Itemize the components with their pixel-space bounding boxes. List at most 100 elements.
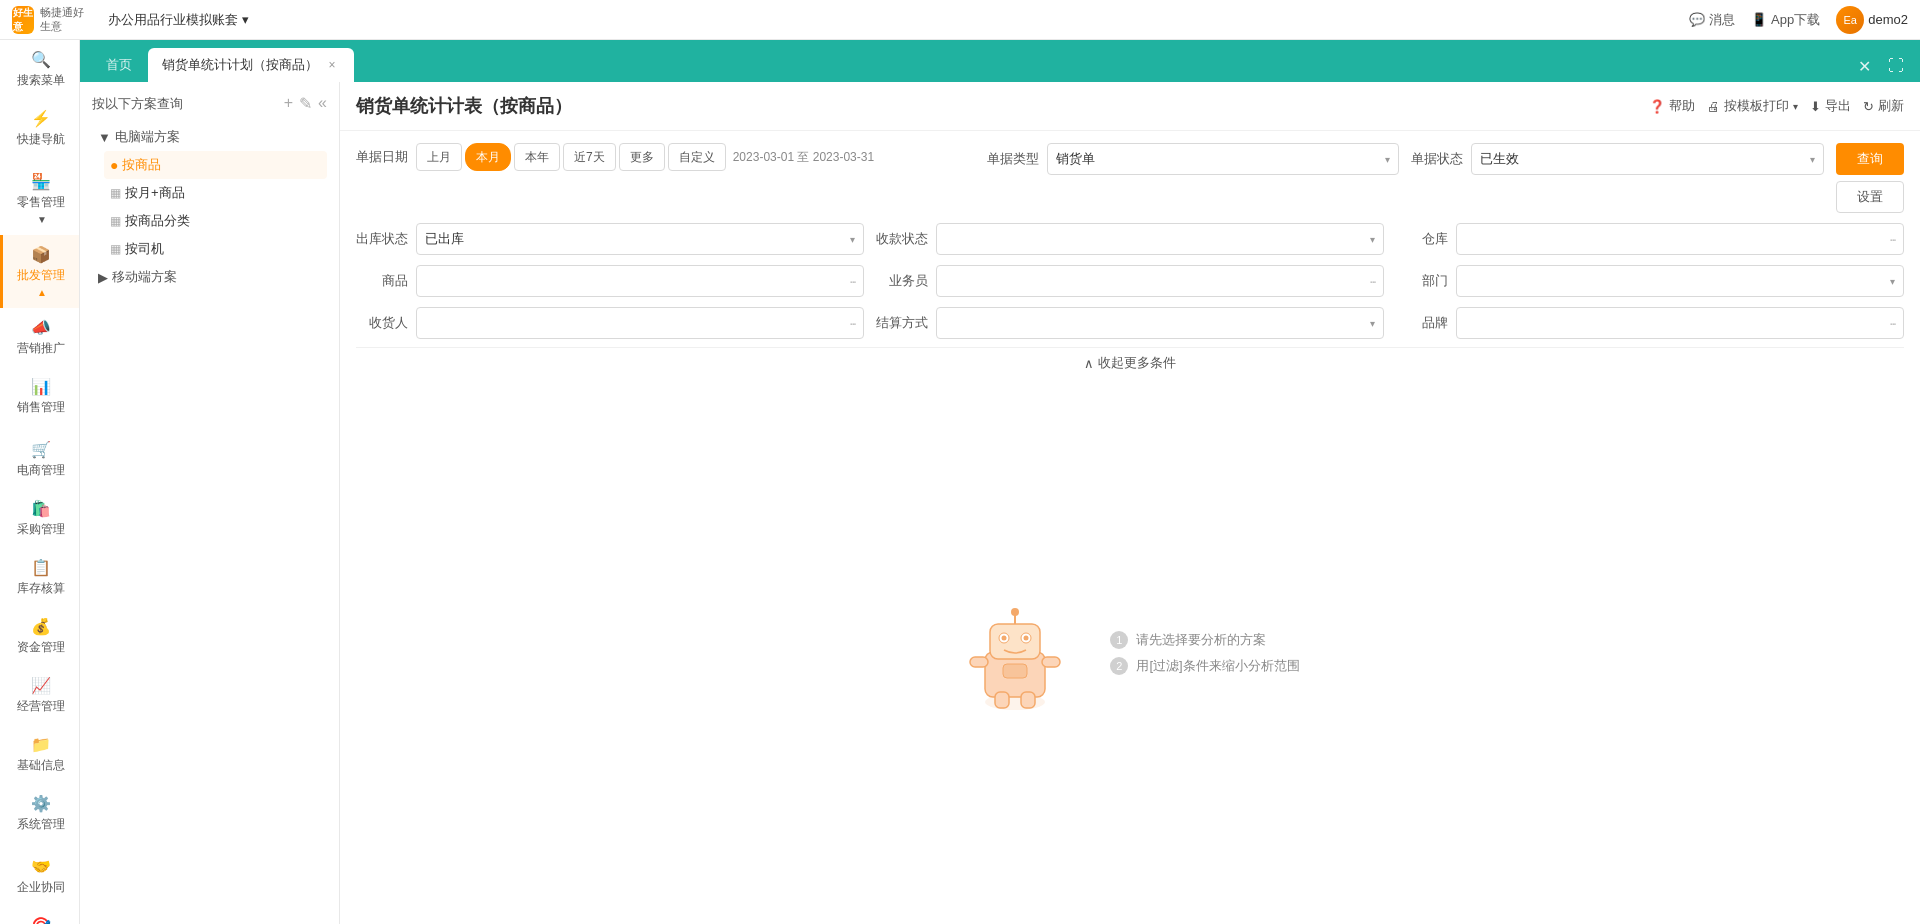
page-actions: ❓ 帮助 🖨 按模板打印 ▾ ⬇ 导出 [1649, 97, 1904, 115]
sidebar-item-sales[interactable]: 📊 销售管理 [0, 367, 79, 426]
retail-icon: 🏪 [31, 172, 51, 191]
sidebar-item-marketing[interactable]: 📣 营销推广 [0, 308, 79, 367]
product-input[interactable]: ··· [416, 265, 864, 297]
tree-item-by-category[interactable]: ▦ 按商品分类 [104, 207, 327, 235]
empty-step-1: 1 请先选择要分析的方案 [1110, 631, 1299, 649]
page-header-area: 销货单统计计表（按商品） ❓ 帮助 🖨 按模板打印 ▾ [340, 82, 1920, 131]
collapse-up-icon: ∧ [1084, 356, 1094, 371]
panel-header-actions: + ✎ « [284, 94, 327, 113]
product-more-icon: ··· [849, 273, 855, 289]
empty-state-area: 1 请先选择要分析的方案 2 用[过滤]条件来缩小分析范围 [340, 390, 1920, 924]
tree-group-label-pc: 电脑端方案 [115, 128, 180, 146]
filter-doc-status-group: 单据状态 已生效 ▾ [1411, 143, 1824, 175]
payment-status-select[interactable]: ▾ [936, 223, 1384, 255]
date-buttons: 上月 本月 本年 近7天 更多 自定义 2023-03-01 至 2023-03… [416, 143, 874, 171]
print-dropdown-icon: ▾ [1793, 101, 1798, 112]
tab-expand-button[interactable]: ⛶ [1884, 54, 1908, 78]
date-custom-btn[interactable]: 自定义 [668, 143, 726, 171]
export-button[interactable]: ⬇ 导出 [1810, 97, 1851, 115]
filter-row-3: 商品 ··· 业务员 ··· [356, 265, 1904, 297]
brand-label: 品牌 [1396, 314, 1448, 332]
quick-nav-icon: ⚡ [31, 109, 51, 128]
salesman-input[interactable]: ··· [936, 265, 1384, 297]
empty-state: 1 请先选择要分析的方案 2 用[过滤]条件来缩小分析范围 [960, 542, 1299, 772]
sidebar-item-system[interactable]: ⚙️ 系统管理 [0, 784, 79, 843]
collapse-button[interactable]: ∧ 收起更多条件 [356, 347, 1904, 378]
query-button[interactable]: 查询 [1836, 143, 1904, 175]
tree-group-pc[interactable]: ▼ 电脑端方案 [92, 123, 327, 151]
app-download-icon: 📱 [1751, 12, 1767, 27]
user-profile[interactable]: Ea demo2 [1836, 6, 1908, 34]
filter-dept-group: 部门 ▾ [1396, 265, 1904, 297]
sidebar-item-guide[interactable]: 🎯 新手引导 [0, 906, 79, 924]
tree-item-by-driver[interactable]: ▦ 按司机 [104, 235, 327, 263]
app-download-button[interactable]: 📱 App下载 [1751, 11, 1820, 29]
empty-steps: 1 请先选择要分析的方案 2 用[过滤]条件来缩小分析范围 [1110, 631, 1299, 683]
workspace-selector[interactable]: 办公用品行业模拟账套 ▾ [100, 7, 257, 33]
sidebar-item-ecommerce[interactable]: 🛒 电商管理 [0, 430, 79, 489]
panel-add-button[interactable]: + [284, 94, 293, 113]
date-last-month-btn[interactable]: 上月 [416, 143, 462, 171]
date-this-year-btn[interactable]: 本年 [514, 143, 560, 171]
filter-warehouse-status-group: 出库状态 已出库 ▾ [356, 223, 864, 255]
workspace-label: 办公用品行业模拟账套 [108, 11, 238, 29]
panel-collapse-button[interactable]: « [318, 94, 327, 113]
filter-receiver-group: 收货人 ··· [356, 307, 864, 339]
sidebar-item-management[interactable]: 📈 经营管理 [0, 666, 79, 725]
panel-edit-button[interactable]: ✎ [299, 94, 312, 113]
sidebar-item-purchase[interactable]: 🛍️ 采购管理 [0, 489, 79, 548]
tab-current[interactable]: 销货单统计计划（按商品） × [148, 48, 354, 82]
tree-item-by-product[interactable]: ● 按商品 [104, 151, 327, 179]
print-button[interactable]: 🖨 按模板打印 ▾ [1707, 97, 1798, 115]
tree-item-by-month-product[interactable]: ▦ 按月+商品 [104, 179, 327, 207]
panel-title: 按以下方案查询 [92, 95, 183, 113]
date-this-month-btn[interactable]: 本月 [465, 143, 511, 171]
settle-dropdown-icon: ▾ [1370, 318, 1375, 329]
receiver-input[interactable]: ··· [416, 307, 864, 339]
message-icon: 💬 [1689, 12, 1705, 27]
sidebar-item-quick-nav[interactable]: ⚡ 快捷导航 [0, 99, 79, 158]
tab-close-all-button[interactable]: ✕ [1852, 54, 1876, 78]
sidebar-item-wholesale[interactable]: 📦 批发管理 ▲ [0, 235, 79, 308]
doc-type-dropdown-icon: ▾ [1385, 154, 1390, 165]
refresh-icon: ↻ [1863, 99, 1874, 114]
settle-select[interactable]: ▾ [936, 307, 1384, 339]
refresh-button[interactable]: ↻ 刷新 [1863, 97, 1904, 115]
sidebar-item-inventory[interactable]: 📋 库存核算 [0, 548, 79, 607]
logo-text: 畅捷通好生意 [40, 6, 92, 32]
settings-button[interactable]: 设置 [1836, 181, 1904, 213]
date-more-btn[interactable]: 更多 [619, 143, 665, 171]
tree-group-label-mobile: 移动端方案 [112, 268, 177, 286]
message-button[interactable]: 💬 消息 [1689, 11, 1735, 29]
tab-close-button[interactable]: × [324, 57, 340, 73]
left-panel: 按以下方案查询 + ✎ « ▼ 电脑端方案 ● 按商品 [80, 82, 340, 924]
product-label: 商品 [356, 272, 408, 290]
tree-expand-icon: ▼ [98, 130, 111, 145]
date-last7-btn[interactable]: 近7天 [563, 143, 616, 171]
wholesale-arrow: ▲ [37, 287, 47, 298]
tab-home[interactable]: 首页 [92, 48, 146, 82]
top-bar: 好生意 畅捷通好生意 办公用品行业模拟账套 ▾ 💬 消息 📱 App下载 Ea … [0, 0, 1920, 40]
sales-icon: 📊 [31, 377, 51, 396]
doc-status-select[interactable]: 已生效 ▾ [1471, 143, 1824, 175]
sidebar-item-finance[interactable]: 💰 资金管理 [0, 607, 79, 666]
warehouse-status-select[interactable]: 已出库 ▾ [416, 223, 864, 255]
salesman-more-icon: ··· [1369, 273, 1375, 289]
right-content: 销货单统计计表（按商品） ❓ 帮助 🖨 按模板打印 ▾ [340, 82, 1920, 924]
payment-status-dropdown-icon: ▾ [1370, 234, 1375, 245]
sidebar-item-basic-info[interactable]: 📁 基础信息 [0, 725, 79, 784]
sidebar-item-search[interactable]: 🔍 搜索菜单 [0, 40, 79, 99]
dept-select[interactable]: ▾ [1456, 265, 1904, 297]
brand-input[interactable]: ··· [1456, 307, 1904, 339]
tree-group-pc-items: ● 按商品 ▦ 按月+商品 ▦ 按商品分类 ▦ 按司机 [92, 151, 327, 263]
warehouse-input[interactable]: ··· [1456, 223, 1904, 255]
filter-row-4: 收货人 ··· 结算方式 ▾ [356, 307, 1904, 339]
svg-rect-12 [995, 692, 1009, 708]
filter-salesman-group: 业务员 ··· [876, 265, 1384, 297]
doc-type-select[interactable]: 销货单 ▾ [1047, 143, 1400, 175]
tree-group-mobile[interactable]: ▶ 移动端方案 [92, 263, 327, 291]
sidebar-item-retail[interactable]: 🏪 零售管理 ▼ [0, 162, 79, 235]
warehouse-more-icon: ··· [1889, 231, 1895, 247]
help-button[interactable]: ❓ 帮助 [1649, 97, 1695, 115]
sidebar-item-enterprise[interactable]: 🤝 企业协同 [0, 847, 79, 906]
